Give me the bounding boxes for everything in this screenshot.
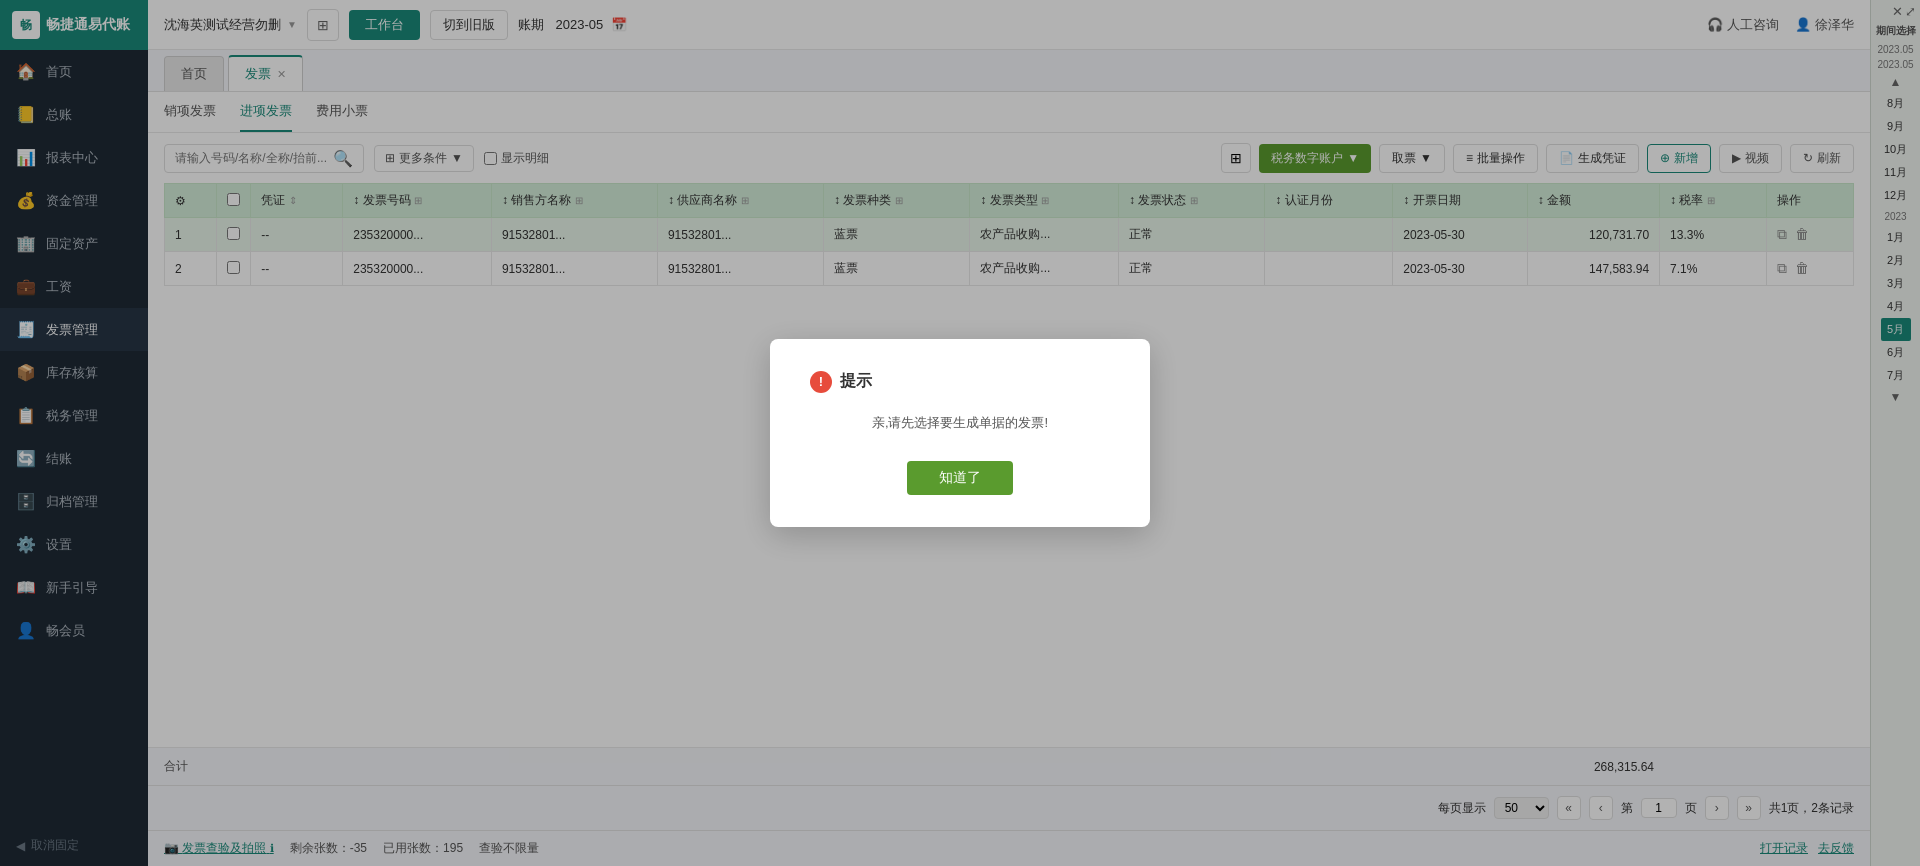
modal-confirm-btn[interactable]: 知道了 xyxy=(907,461,1013,495)
modal-message: 亲,请先选择要生成单据的发票! xyxy=(872,413,1048,434)
modal-warning-icon: ! xyxy=(810,371,832,393)
modal-dialog: ! 提示 亲,请先选择要生成单据的发票! 知道了 xyxy=(770,339,1150,528)
modal-overlay: ! 提示 亲,请先选择要生成单据的发票! 知道了 xyxy=(0,0,1920,866)
modal-title-row: ! 提示 xyxy=(810,371,872,393)
modal-title-text: 提示 xyxy=(840,371,872,392)
